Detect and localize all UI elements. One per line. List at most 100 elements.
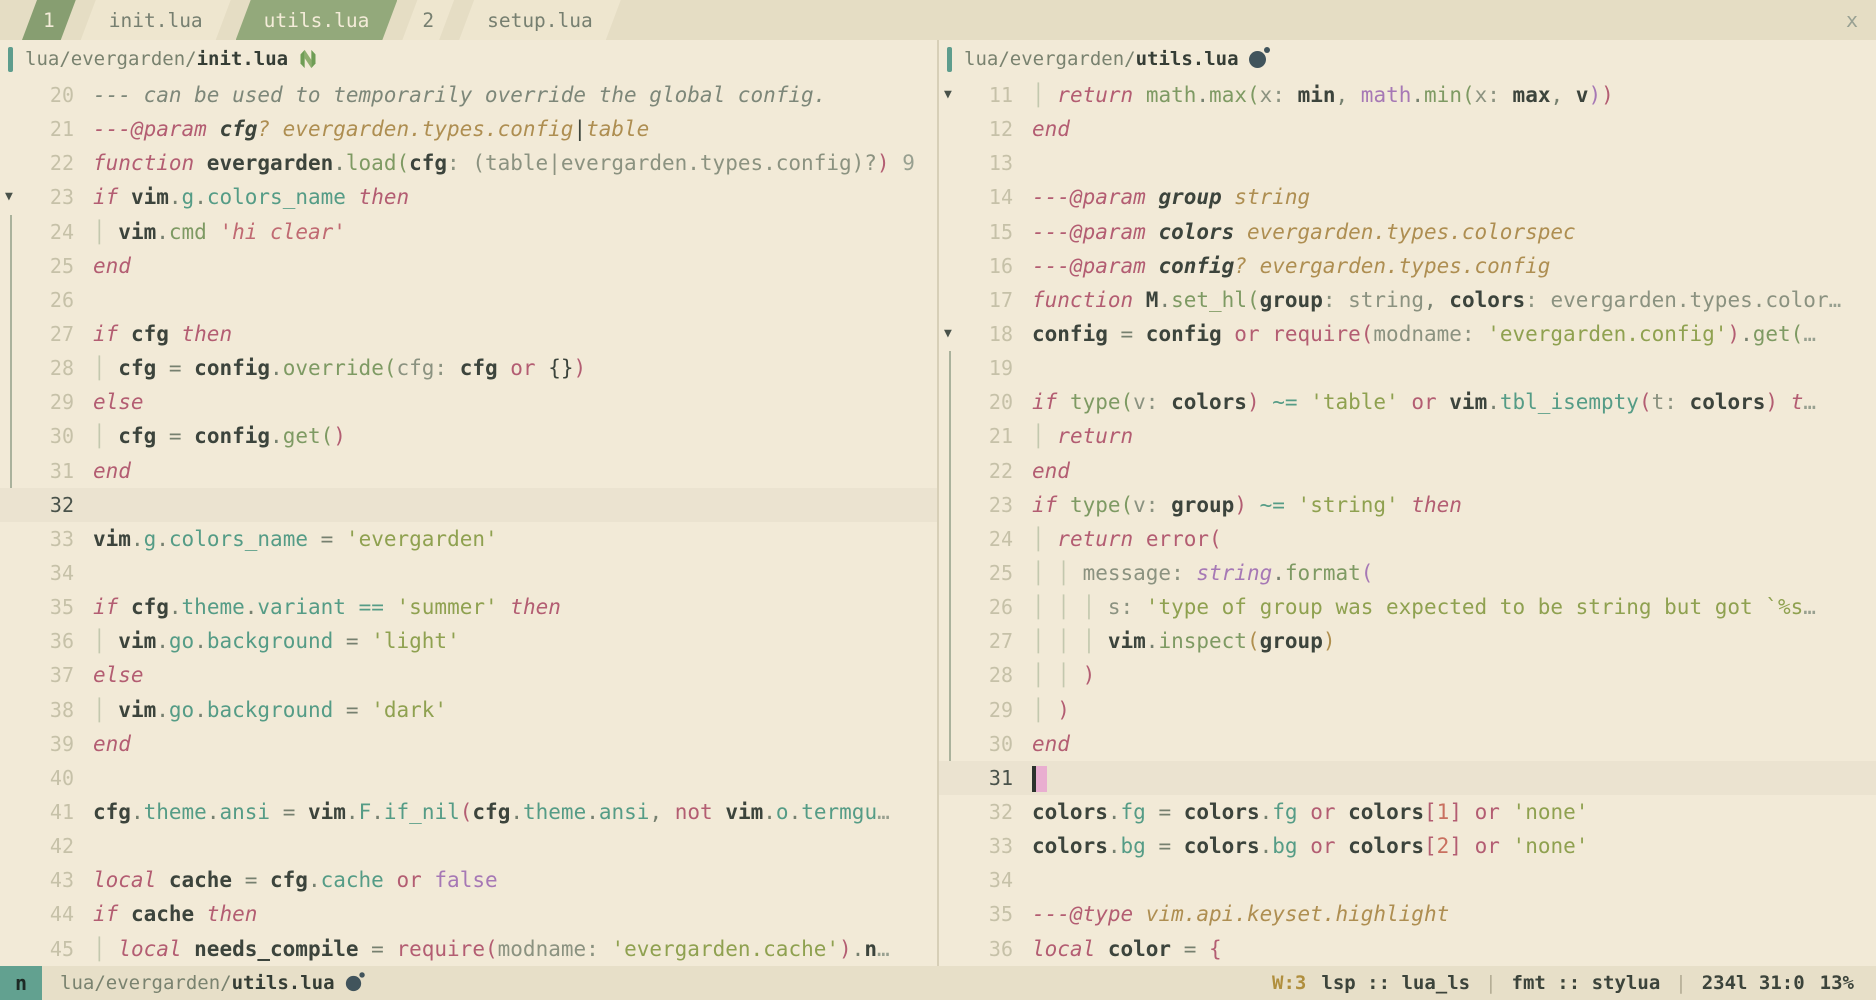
code-line[interactable]: 30end: [939, 727, 1876, 761]
code-token: min: [1298, 83, 1336, 107]
code-token: modname:: [498, 937, 612, 961]
code-line[interactable]: 35---@type vim.api.keyset.highlight: [939, 897, 1876, 931]
code-token: vim: [93, 527, 131, 551]
code-line[interactable]: 28│ │ ): [939, 658, 1876, 692]
code-line[interactable]: 29│ ): [939, 693, 1876, 727]
tabpage-number-1[interactable]: 1: [22, 0, 76, 40]
code-line[interactable]: ▼11│ return math.max(x: min, math.min(x:…: [939, 78, 1876, 112]
code-line[interactable]: 19: [939, 351, 1876, 385]
line-number: 14: [971, 180, 1013, 214]
code-text: │ return math.max(x: min, math.min(x: ma…: [1013, 78, 1876, 112]
code-line[interactable]: 26: [0, 283, 937, 317]
code-line[interactable]: ▼23if vim.g.colors_name then: [0, 180, 937, 214]
sign-column: [939, 215, 971, 249]
fold-marker[interactable]: ▼: [0, 180, 32, 214]
code-text: │ │ ): [1013, 658, 1876, 692]
winbar: lua/evergarden/utils.lua: [939, 40, 1876, 78]
code-line[interactable]: 25│ │ message: string.format(: [939, 556, 1876, 590]
code-line[interactable]: 20--- can be used to temporarily overrid…: [0, 78, 937, 112]
code-token: or: [498, 356, 549, 380]
code-line[interactable]: 43local cache = cfg.cache or false: [0, 863, 937, 897]
fold-open-icon[interactable]: ▼: [944, 78, 952, 112]
tabpage-number-2[interactable]: 2: [402, 0, 454, 40]
code-area[interactable]: ▼11│ return math.max(x: min, math.min(x:…: [939, 78, 1876, 966]
fold-open-icon[interactable]: ▼: [5, 180, 13, 214]
code-line[interactable]: 12end: [939, 112, 1876, 146]
code-text: else: [74, 658, 937, 692]
code-line[interactable]: 26│ │ │ s: 'type of group was expected t…: [939, 590, 1876, 624]
sign-column: [939, 112, 971, 146]
code-line[interactable]: 24│ vim.cmd 'hi clear': [0, 215, 937, 249]
code-line[interactable]: 37else: [0, 658, 937, 692]
code-line[interactable]: 31: [939, 761, 1876, 795]
code-line[interactable]: 17function M.set_hl(group: string, color…: [939, 283, 1876, 317]
code-line[interactable]: 29else: [0, 385, 937, 419]
tab-setup.lua[interactable]: setup.lua: [459, 0, 621, 40]
code-line[interactable]: 40: [0, 761, 937, 795]
code-token: colors: [1158, 220, 1234, 244]
code-token: config: [1146, 322, 1222, 346]
code-line[interactable]: 24│ return error(: [939, 522, 1876, 556]
code-token: go: [169, 698, 194, 722]
code-line[interactable]: 45│ local needs_compile = require(modnam…: [0, 932, 937, 966]
sign-column: [0, 897, 32, 931]
code-token: local: [118, 937, 194, 961]
code-line[interactable]: 42: [0, 829, 937, 863]
code-line[interactable]: 13: [939, 146, 1876, 180]
code-line[interactable]: 36local color = {: [939, 932, 1876, 966]
code-token: config: [1032, 322, 1108, 346]
code-line[interactable]: 23if type(v: group) ~= 'string' then: [939, 488, 1876, 522]
code-line[interactable]: 32: [0, 488, 937, 522]
code-text: │ │ │ s: 'type of group was expected to …: [1013, 590, 1876, 624]
code-line[interactable]: 33vim.g.colors_name = 'evergarden': [0, 522, 937, 556]
code-token: if: [93, 902, 131, 926]
code-line[interactable]: 28│ cfg = config.override(cfg: cfg or {}…: [0, 351, 937, 385]
code-line[interactable]: 44if cache then: [0, 897, 937, 931]
code-line[interactable]: 14---@param group string: [939, 180, 1876, 214]
code-token: ): [1765, 390, 1778, 414]
code-token: (: [1639, 390, 1652, 414]
fold-marker[interactable]: ▼: [939, 317, 971, 351]
code-line[interactable]: 34: [0, 556, 937, 590]
code-line[interactable]: 27if cfg then: [0, 317, 937, 351]
fold-extent-bar: [949, 556, 951, 590]
code-token: false: [434, 868, 497, 892]
code-token: │: [1032, 527, 1057, 551]
code-token: 'type of group was expected to be string…: [1146, 595, 1803, 619]
code-line[interactable]: 25end: [0, 249, 937, 283]
code-line[interactable]: 15---@param colors evergarden.types.colo…: [939, 215, 1876, 249]
fold-marker[interactable]: ▼: [939, 78, 971, 112]
code-line[interactable]: 35if cfg.theme.variant == 'summer' then: [0, 590, 937, 624]
tab-utils.lua[interactable]: utils.lua: [236, 0, 398, 40]
code-line[interactable]: 33colors.bg = colors.bg or colors[2] or …: [939, 829, 1876, 863]
tab-init.lua[interactable]: init.lua: [81, 0, 231, 40]
code-line[interactable]: 21│ return: [939, 419, 1876, 453]
code-line[interactable]: 16---@param config? evergarden.types.con…: [939, 249, 1876, 283]
fold-extent-bar: [949, 693, 951, 727]
fold-open-icon[interactable]: ▼: [944, 317, 952, 351]
code-line[interactable]: 31end: [0, 454, 937, 488]
code-token: 9: [890, 151, 915, 175]
code-line[interactable]: 34: [939, 863, 1876, 897]
code-line[interactable]: 20if type(v: colors) ~= 'table' or vim.t…: [939, 385, 1876, 419]
code-line[interactable]: 27│ │ │ vim.inspect(group): [939, 624, 1876, 658]
sign-column: [939, 624, 971, 658]
code-line[interactable]: 41cfg.theme.ansi = vim.F.if_nil(cfg.them…: [0, 795, 937, 829]
code-area[interactable]: 20--- can be used to temporarily overrid…: [0, 78, 937, 966]
code-line[interactable]: 22function evergarden.load(cfg: (table|e…: [0, 146, 937, 180]
code-token: cfg: [219, 117, 257, 141]
code-line[interactable]: 22end: [939, 454, 1876, 488]
line-number: 38: [32, 693, 74, 727]
code-line[interactable]: ▼18config = config or require(modname: '…: [939, 317, 1876, 351]
statusline-segment: 234l 31:0: [1702, 972, 1805, 994]
sign-column: [0, 112, 32, 146]
code-line[interactable]: 32colors.fg = colors.fg or colors[1] or …: [939, 795, 1876, 829]
code-line[interactable]: 21---@param cfg? evergarden.types.config…: [0, 112, 937, 146]
close-icon[interactable]: x: [1846, 8, 1876, 32]
code-line[interactable]: 36│ vim.go.background = 'light': [0, 624, 937, 658]
code-line[interactable]: 38│ vim.go.background = 'dark': [0, 693, 937, 727]
code-line[interactable]: 39end: [0, 727, 937, 761]
code-token: function: [1032, 288, 1146, 312]
code-line[interactable]: 30│ cfg = config.get(): [0, 419, 937, 453]
code-token: max: [1513, 83, 1551, 107]
